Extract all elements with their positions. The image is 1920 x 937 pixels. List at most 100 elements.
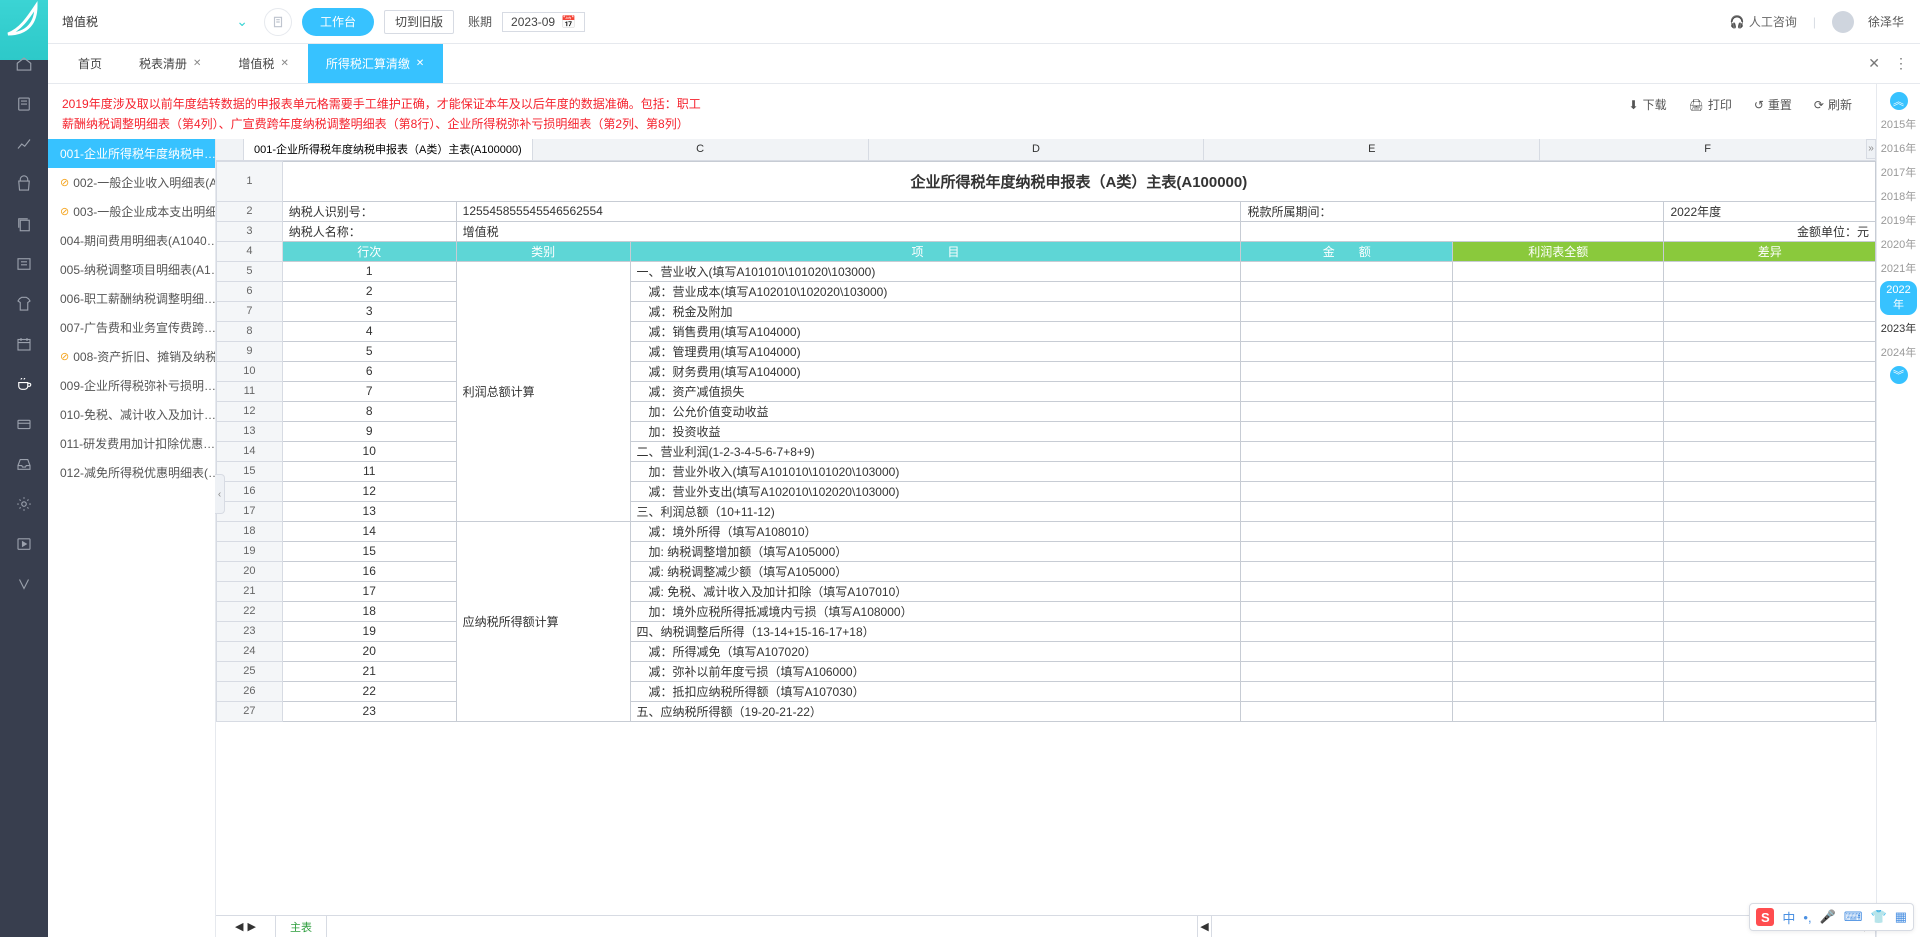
cell[interactable] — [1241, 521, 1452, 541]
refresh-button[interactable]: ⟳刷新 — [1814, 96, 1852, 113]
download-button[interactable]: ⬇下载 — [1629, 96, 1667, 113]
cell[interactable] — [1664, 441, 1876, 461]
sheet-nav[interactable]: ◀▶ — [216, 916, 276, 937]
cell[interactable]: 减：营业外支出(填写A102010\102020\103000) — [630, 481, 1241, 501]
ime-punct-icon[interactable]: •, — [1803, 910, 1811, 925]
cell[interactable] — [1241, 681, 1452, 701]
cell[interactable]: 17 — [282, 581, 456, 601]
year-item[interactable]: 2015年 — [1877, 112, 1920, 136]
cell[interactable]: 125545855545546562554 — [456, 201, 1241, 221]
cell[interactable]: 减：弥补以前年度亏损（填写A106000） — [630, 661, 1241, 681]
cell[interactable] — [1241, 701, 1452, 721]
tab-tax-list[interactable]: 税表清册✕ — [121, 44, 220, 83]
nav-play-icon[interactable] — [0, 524, 48, 564]
cell[interactable] — [1664, 601, 1876, 621]
cell[interactable]: 加：营业外收入(填写A101010\101020\103000) — [630, 461, 1241, 481]
cell[interactable] — [1664, 461, 1876, 481]
cell[interactable]: 纳税人名称： — [282, 221, 456, 241]
cell[interactable] — [1664, 381, 1876, 401]
cell[interactable]: 利润总额计算 — [456, 261, 630, 521]
cell[interactable]: 1 — [282, 261, 456, 281]
nav-list-icon[interactable] — [0, 244, 48, 284]
cell[interactable] — [1664, 281, 1876, 301]
org-selector[interactable]: 增值税 ⌄ — [56, 13, 254, 30]
nav-bag-icon[interactable] — [0, 164, 48, 204]
cell[interactable] — [1241, 641, 1452, 661]
cell[interactable] — [1664, 661, 1876, 681]
cell[interactable]: 加：境外应税所得抵减境内亏损（填写A108000） — [630, 601, 1241, 621]
cell[interactable]: 减：境外所得（填写A108010） — [630, 521, 1241, 541]
cell[interactable]: 加：公允价值变动收益 — [630, 401, 1241, 421]
cell[interactable] — [1452, 541, 1663, 561]
cell[interactable]: 23 — [282, 701, 456, 721]
cell[interactable] — [1664, 561, 1876, 581]
cell[interactable]: 利润表全额 — [1452, 241, 1663, 261]
form-list-item[interactable]: ⊘002-一般企业收入明细表(A1… — [48, 168, 215, 197]
cell[interactable]: 减：营业成本(填写A102010\102020\103000) — [630, 281, 1241, 301]
cell[interactable]: 减：抵扣应纳税所得额（填写A107030） — [630, 681, 1241, 701]
cell[interactable] — [1452, 441, 1663, 461]
nav-gear-icon[interactable] — [0, 484, 48, 524]
year-item[interactable]: 2024年 — [1877, 340, 1920, 364]
cell[interactable]: 3 — [282, 301, 456, 321]
cell[interactable]: 减: 免税、减计收入及加计扣除（填写A107010） — [630, 581, 1241, 601]
form-list-item[interactable]: 009-企业所得税弥补亏损明… — [48, 371, 215, 400]
ime-toolbar[interactable]: S 中 •, 🎤 ⌨ 👕 ▦ — [1749, 903, 1914, 931]
cell[interactable] — [1664, 321, 1876, 341]
year-down-button[interactable]: ︾ — [1890, 366, 1908, 384]
cell[interactable]: 减：管理费用(填写A104000) — [630, 341, 1241, 361]
form-list-item[interactable]: 010-免税、减计收入及加计… — [48, 400, 215, 429]
cell[interactable] — [1452, 501, 1663, 521]
sheet-bottom-tab[interactable]: 主表 — [276, 916, 327, 937]
switch-old-button[interactable]: 切到旧版 — [384, 10, 454, 34]
cell[interactable] — [1241, 261, 1452, 281]
cell[interactable]: 加: 纳税调整增加额（填写A105000） — [630, 541, 1241, 561]
cell[interactable]: 13 — [282, 501, 456, 521]
close-icon[interactable]: ✕ — [280, 58, 288, 69]
cell[interactable]: 2022年度 — [1664, 201, 1876, 221]
doc-circle-button[interactable] — [264, 8, 292, 36]
cell[interactable]: 减：销售费用(填写A104000) — [630, 321, 1241, 341]
cell[interactable] — [1452, 681, 1663, 701]
ime-keyboard-icon[interactable]: ⌨ — [1844, 909, 1863, 925]
cell[interactable] — [1241, 661, 1452, 681]
cell[interactable]: 减：资产减值损失 — [630, 381, 1241, 401]
cell[interactable] — [1664, 641, 1876, 661]
cell[interactable]: 减: 纳税调整减少额（填写A105000） — [630, 561, 1241, 581]
tabs-close-button[interactable]: ✕ — [1868, 55, 1880, 72]
cell[interactable]: 12 — [282, 481, 456, 501]
cell[interactable] — [1241, 301, 1452, 321]
cell[interactable]: 9 — [282, 421, 456, 441]
period-picker[interactable]: 2023-09 📅 — [502, 12, 585, 32]
cell[interactable] — [1664, 301, 1876, 321]
cell[interactable] — [1452, 461, 1663, 481]
expand-handle[interactable]: » — [1866, 139, 1876, 159]
close-icon[interactable]: ✕ — [416, 58, 424, 69]
cell[interactable]: 行次 — [282, 241, 456, 261]
year-up-button[interactable]: ︽ — [1890, 92, 1908, 110]
cell[interactable] — [1241, 561, 1452, 581]
year-item[interactable]: 2019年 — [1877, 208, 1920, 232]
cell[interactable] — [1241, 481, 1452, 501]
ime-lang[interactable]: 中 — [1782, 908, 1795, 927]
consult-button[interactable]: 🎧 人工咨询 — [1730, 13, 1797, 30]
close-icon[interactable]: ✕ — [193, 58, 201, 69]
cell[interactable] — [1664, 341, 1876, 361]
cell[interactable] — [1452, 281, 1663, 301]
cell[interactable] — [1452, 601, 1663, 621]
nav-doc-icon[interactable] — [0, 84, 48, 124]
tab-vat[interactable]: 增值税✕ — [220, 44, 307, 83]
cell[interactable] — [1241, 221, 1664, 241]
cell[interactable] — [1452, 701, 1663, 721]
cell[interactable]: 二、营业利润(1-2-3-4-5-6-7+8+9) — [630, 441, 1241, 461]
hscroll-left[interactable]: ◀ — [1198, 916, 1212, 937]
year-item[interactable]: 2020年 — [1877, 232, 1920, 256]
cell[interactable]: 减：财务费用(填写A104000) — [630, 361, 1241, 381]
form-list-item[interactable]: 004-期间费用明细表(A1040… — [48, 226, 215, 255]
ime-skin-icon[interactable]: 👕 — [1871, 909, 1887, 925]
cell[interactable] — [1664, 361, 1876, 381]
nav-v-icon[interactable] — [0, 564, 48, 604]
cell[interactable] — [1241, 441, 1452, 461]
cell[interactable]: 五、应纳税所得额（19-20-21-22） — [630, 701, 1241, 721]
nav-copy-icon[interactable] — [0, 204, 48, 244]
